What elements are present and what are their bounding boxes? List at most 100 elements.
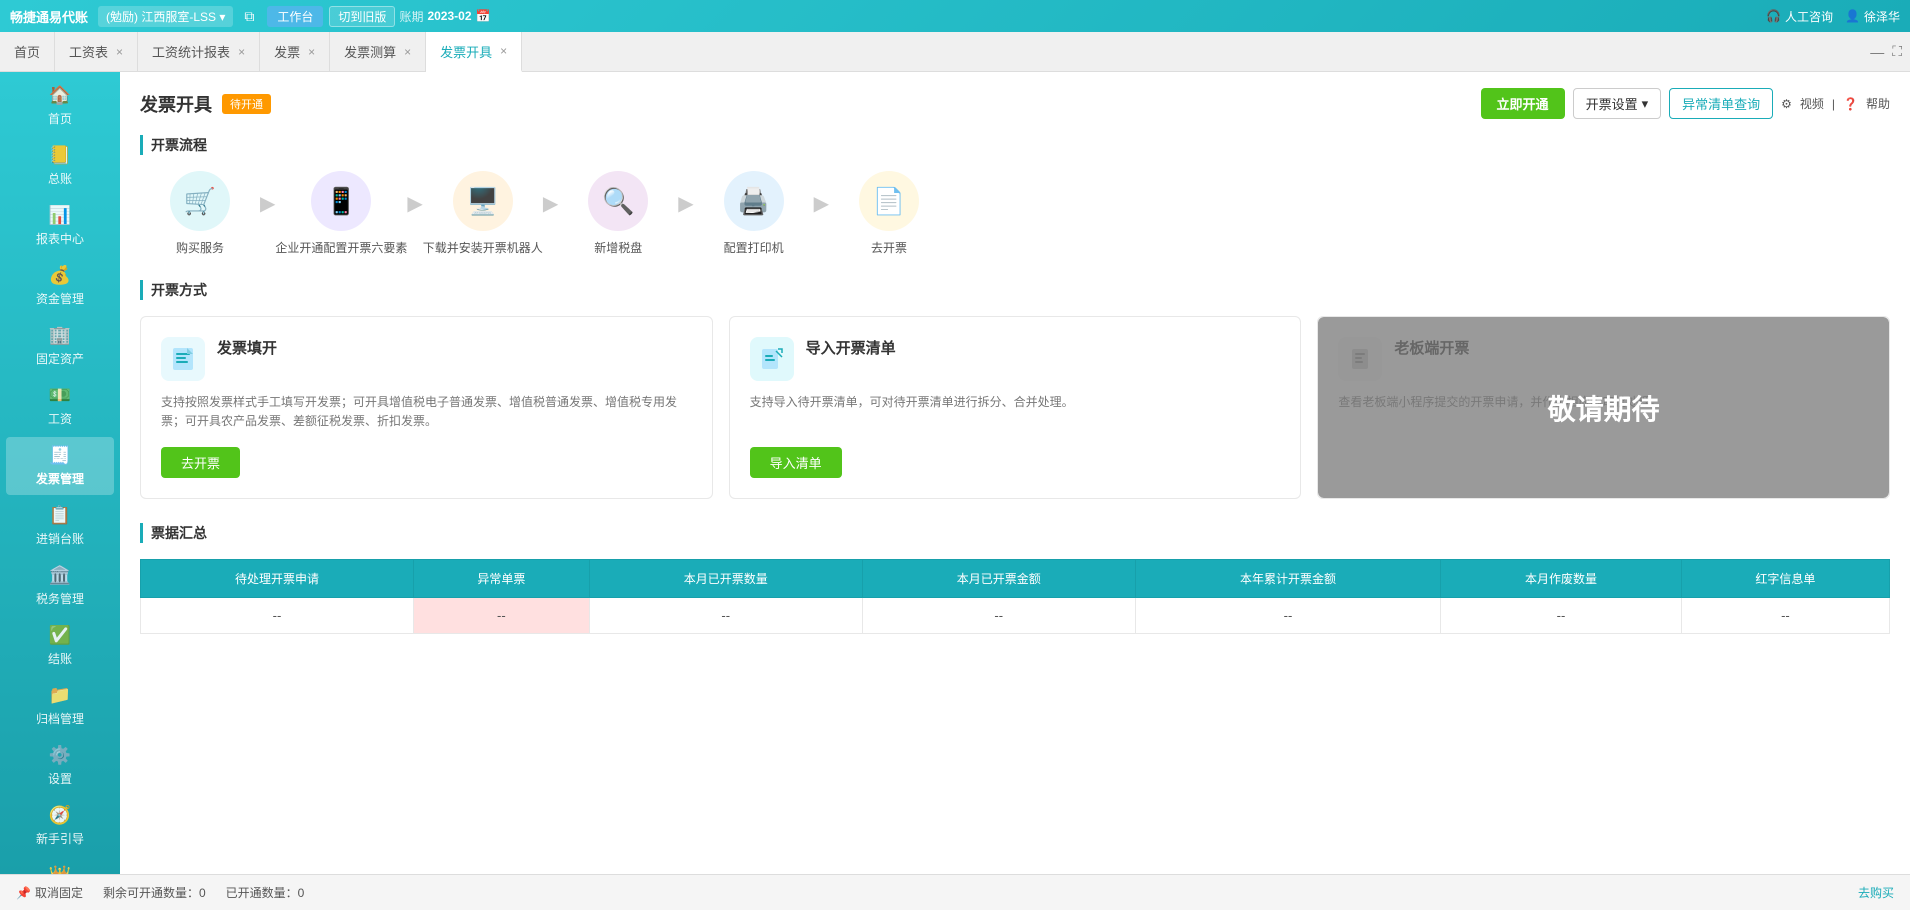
- sidebar-guide-label: 新手引导: [36, 830, 84, 847]
- summary-th-red-info: 红字信息单: [1681, 560, 1889, 598]
- flow-steps: 🛒 购买服务 ▶ 📱 企业开通配置开票六要素 ▶ 🖥️ 下载并安装开票机器人 ▶…: [140, 171, 1890, 256]
- sidebar-archive-label: 归档管理: [36, 710, 84, 727]
- sidebar-item-member[interactable]: 👑 畅会员: [6, 857, 114, 874]
- tab-invoice-close[interactable]: ×: [308, 45, 315, 59]
- tab-invoice[interactable]: 发票 ×: [260, 32, 330, 71]
- main-layout: 🏠 首页 📒 总账 📊 报表中心 💰 资金管理 🏢 固定资产 💵 工资 🧾 发票…: [0, 72, 1910, 874]
- config-step-icon: 📱: [311, 171, 371, 231]
- go-open-button[interactable]: 去开票: [161, 447, 240, 478]
- guide-icon: 🧭: [49, 805, 71, 826]
- sidebar-item-tax[interactable]: 🏛️ 税务管理: [6, 557, 114, 615]
- page-header: 发票开具 待开通 立即开通 开票设置 ▾ 异常清单查询 ⚙ 视频 | ❓ 帮助: [140, 88, 1890, 119]
- company-selector[interactable]: (勉励) 江西服室-LSS ▾: [98, 6, 233, 27]
- sidebar-item-invoice[interactable]: 🧾 发票管理: [6, 437, 114, 495]
- sidebar-item-guide[interactable]: 🧭 新手引导: [6, 797, 114, 855]
- summary-data-row: -- -- -- -- -- -- --: [141, 598, 1890, 634]
- method-import-title: 导入开票清单: [806, 337, 896, 358]
- summary-section-title: 票据汇总: [140, 523, 1890, 543]
- tab-home-label: 首页: [14, 42, 40, 61]
- open-now-button[interactable]: 立即开通: [1481, 88, 1565, 119]
- open-settings-button[interactable]: 开票设置 ▾: [1573, 88, 1662, 119]
- open-step-icon: 📄: [859, 171, 919, 231]
- flow-arrow-3: ▶: [543, 191, 558, 216]
- tab-invoice-calc[interactable]: 发票测算 ×: [330, 32, 426, 71]
- tab-invoice-calc-close[interactable]: ×: [404, 45, 411, 59]
- sidebar-item-reports[interactable]: 📊 报表中心: [6, 197, 114, 255]
- help-icon: ❓: [1843, 97, 1858, 111]
- abnormal-query-button[interactable]: 异常清单查询: [1669, 88, 1773, 119]
- checkout-icon: ✅: [49, 625, 71, 646]
- sidebar-item-assets[interactable]: 🏢 固定资产: [6, 317, 114, 375]
- method-manual-action: 去开票: [161, 447, 692, 478]
- tab-salary-report[interactable]: 工资统计报表 ×: [138, 32, 260, 71]
- view-label: 视频: [1800, 95, 1824, 112]
- buy-step-label: 购买服务: [176, 239, 224, 256]
- summary-th-abnormal: 异常单票: [414, 560, 590, 598]
- open-step-label: 去开票: [871, 239, 907, 256]
- help-area: ⚙ 视频 | ❓ 帮助: [1781, 95, 1890, 112]
- flow-step-download: 🖥️ 下载并安装开票机器人: [423, 171, 543, 256]
- tab-invoice-open-close[interactable]: ×: [500, 44, 507, 58]
- import-list-button[interactable]: 导入清单: [750, 447, 842, 478]
- app-logo: 畅捷通易代账: [10, 7, 88, 26]
- assets-icon: 🏢: [49, 325, 71, 346]
- chevron-down-icon: ▾: [1642, 96, 1649, 112]
- tab-salary-report-close[interactable]: ×: [238, 45, 245, 59]
- page-header-actions: 立即开通 开票设置 ▾ 异常清单查询 ⚙ 视频 | ❓ 帮助: [1481, 88, 1890, 119]
- summary-th-month-amount: 本月已开票金额: [862, 560, 1135, 598]
- tab-minimize-icon[interactable]: —: [1870, 44, 1884, 60]
- flow-arrow-5: ▶: [814, 191, 829, 216]
- method-manual-icon: [161, 337, 205, 381]
- sidebar-item-capital[interactable]: 💰 资金管理: [6, 257, 114, 315]
- tab-bar: 首页 工资表 × 工资统计报表 × 发票 × 发票测算 × 发票开具 × — ⛶: [0, 32, 1910, 72]
- page-title: 发票开具: [140, 91, 212, 117]
- user-name: 徐泽华: [1864, 8, 1900, 25]
- method-import-icon: [750, 337, 794, 381]
- summary-td-abnormal: --: [414, 598, 590, 634]
- config-step-label: 企业开通配置开票六要素: [275, 239, 407, 256]
- tab-maximize-icon[interactable]: ⛶: [1892, 43, 1902, 60]
- summary-table: 待处理开票申请 异常单票 本月已开票数量 本月已开票金额 本年累计开票金额 本月…: [140, 559, 1890, 634]
- ledger-icon: 📒: [49, 145, 71, 166]
- archive-icon: 📁: [49, 685, 71, 706]
- switch-version-button[interactable]: 切到旧版: [329, 6, 395, 27]
- headset-icon: 🎧: [1766, 9, 1781, 23]
- sidebar-item-settings[interactable]: ⚙️ 设置: [6, 737, 114, 795]
- tab-invoice-open-label: 发票开具: [440, 42, 492, 61]
- sidebar-settings-label: 设置: [48, 770, 72, 787]
- sidebar-item-purchase[interactable]: 📋 进销台账: [6, 497, 114, 555]
- summary-th-pending: 待处理开票申请: [141, 560, 414, 598]
- tab-salary[interactable]: 工资表 ×: [55, 32, 138, 71]
- sidebar-capital-label: 资金管理: [36, 290, 84, 307]
- settings-circle-icon: ⚙: [1781, 97, 1792, 111]
- home-icon: 🏠: [49, 85, 71, 106]
- coming-soon-overlay: 敬请期待: [1318, 317, 1889, 498]
- period-edit-icon[interactable]: 📅: [476, 9, 491, 23]
- summary-th-month-count: 本月已开票数量: [589, 560, 862, 598]
- tab-invoice-open[interactable]: 发票开具 ×: [426, 32, 522, 72]
- top-bar-right: 🎧 人工咨询 👤 徐泽华: [1766, 8, 1900, 25]
- tab-salary-close[interactable]: ×: [116, 45, 123, 59]
- flow-step-taxbox: 🔍 新增税盘: [558, 171, 678, 256]
- sidebar-item-salary[interactable]: 💵 工资: [6, 377, 114, 435]
- flow-arrow-2: ▶: [407, 191, 422, 216]
- consult-button[interactable]: 🎧 人工咨询: [1766, 8, 1833, 25]
- pin-button[interactable]: 📌 取消固定: [16, 884, 83, 901]
- sidebar-item-checkout[interactable]: ✅ 结账: [6, 617, 114, 675]
- buy-link[interactable]: 去购买: [1858, 884, 1894, 901]
- sidebar-item-home[interactable]: 🏠 首页: [6, 77, 114, 135]
- period-label: 账期: [399, 8, 423, 25]
- user-menu[interactable]: 👤 徐泽华: [1845, 8, 1900, 25]
- sidebar-item-ledger[interactable]: 📒 总账: [6, 137, 114, 195]
- method-card-import: 导入开票清单 支持导入待开票清单，可对待开票清单进行拆分、合并处理。 导入清单: [729, 316, 1302, 499]
- tab-home[interactable]: 首页: [0, 32, 55, 71]
- settings-icon: ⚙️: [49, 745, 71, 766]
- sidebar-item-archive[interactable]: 📁 归档管理: [6, 677, 114, 735]
- sidebar-tax-label: 税务管理: [36, 590, 84, 607]
- workspace-button[interactable]: 工作台: [267, 6, 323, 27]
- copy-icon[interactable]: ⧉: [239, 6, 259, 26]
- sidebar-ledger-label: 总账: [48, 170, 72, 187]
- summary-td-pending: --: [141, 598, 414, 634]
- tab-invoice-label: 发票: [274, 42, 300, 61]
- status-badge: 待开通: [222, 94, 271, 114]
